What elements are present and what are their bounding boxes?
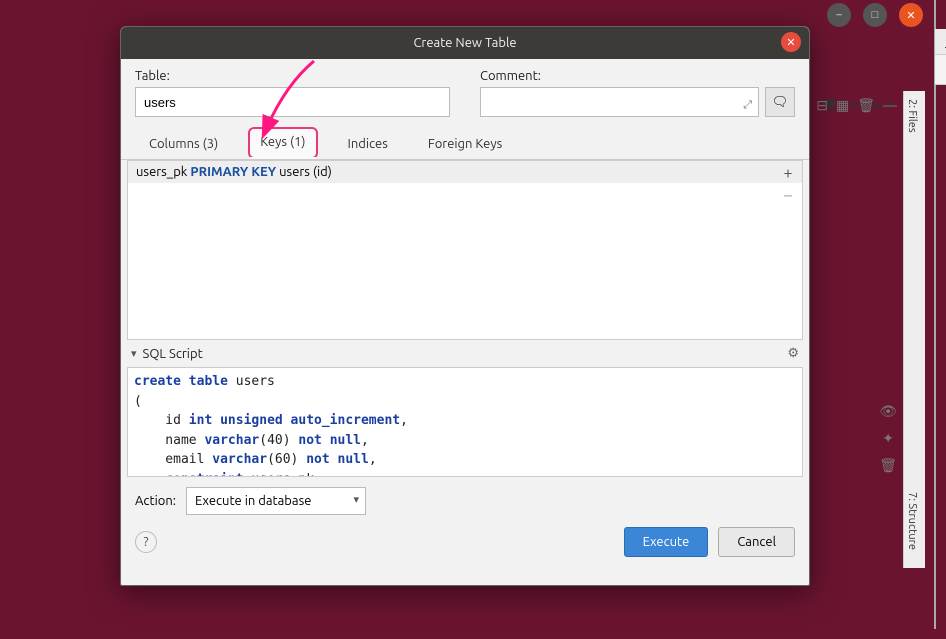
sql-section-header[interactable]: ▾ SQL Script ⚙ [121,340,809,367]
sql-preview: create table users ( id int unsigned aut… [127,367,803,477]
view-icon[interactable]: 👁 [879,403,897,420]
collapse-icon[interactable]: ⊟ [816,97,828,114]
trash-icon[interactable]: 🗑 [857,97,875,114]
editor-side-icons: 👁 ✦ 🗑 [879,403,897,474]
dialog-titlebar: Create New Table ✕ [121,27,809,59]
tab-files[interactable]: 2: Files [904,91,920,141]
right-tool-tabs: 2: Files 7: Structure [903,91,925,568]
create-table-dialog: Create New Table ✕ Table: Comment: ⤢ 🗨 C… [120,26,810,586]
speech-icon: 🗨 [772,95,789,110]
tab-structure[interactable]: 7: Structure [904,484,920,558]
tab-columns[interactable]: Columns (3) [139,131,228,159]
chevron-down-icon: ▾ [131,347,137,360]
comment-dialog-button[interactable]: 🗨 [765,87,795,117]
tab-indices[interactable]: Indices [338,131,398,159]
remove-key-button[interactable]: − [778,185,798,205]
dialog-title: Create New Table [413,36,516,50]
breadcrumb: Database [935,55,946,85]
action-value: Execute in database [195,494,311,508]
help-button[interactable]: ? [135,531,157,553]
editor-top-icons: ⊟ ▦ 🗑 — [816,97,897,114]
sql-section-title: SQL Script [143,347,203,361]
maximize-button[interactable]: □ [863,3,887,27]
key-type: PRIMARY KEY [190,165,276,179]
cancel-button[interactable]: Cancel [718,527,795,557]
dialog-tabs: Columns (3) Keys (1) Indices Foreign Key… [121,123,809,160]
more-icon[interactable]: ▦ [836,97,849,114]
tab-keys[interactable]: Keys (1) [248,127,317,159]
key-name: users_pk [136,165,187,179]
key-columns: users (id) [279,165,332,179]
ide-window: – □ ✕ File Edit Database 1: Database ★ F… [934,0,936,629]
dialog-close-button[interactable]: ✕ [781,32,801,52]
expand-icon[interactable]: ⤢ [743,99,752,112]
window-titlebar: – □ ✕ [815,1,935,29]
settings-icon[interactable]: ✦ [882,430,894,447]
execute-button[interactable]: Execute [624,527,709,557]
action-label: Action: [135,494,176,508]
comment-label: Comment: [480,69,795,83]
key-row[interactable]: users_pk PRIMARY KEY users (id) [128,161,802,183]
comment-input[interactable]: ⤢ [480,87,759,117]
table-label: Table: [135,69,450,83]
gear-icon[interactable]: ⚙ [787,346,799,361]
keys-list: users_pk PRIMARY KEY users (id) + − [127,160,803,340]
tab-foreign-keys[interactable]: Foreign Keys [418,131,512,159]
add-key-button[interactable]: + [778,163,798,183]
delete-icon[interactable]: 🗑 [879,457,897,474]
minimize-button[interactable]: – [827,3,851,27]
menu-bar: File Edit [935,29,946,55]
close-window-button[interactable]: ✕ [899,3,923,27]
action-combo[interactable]: Execute in database [186,487,366,515]
table-name-input[interactable] [135,87,450,117]
